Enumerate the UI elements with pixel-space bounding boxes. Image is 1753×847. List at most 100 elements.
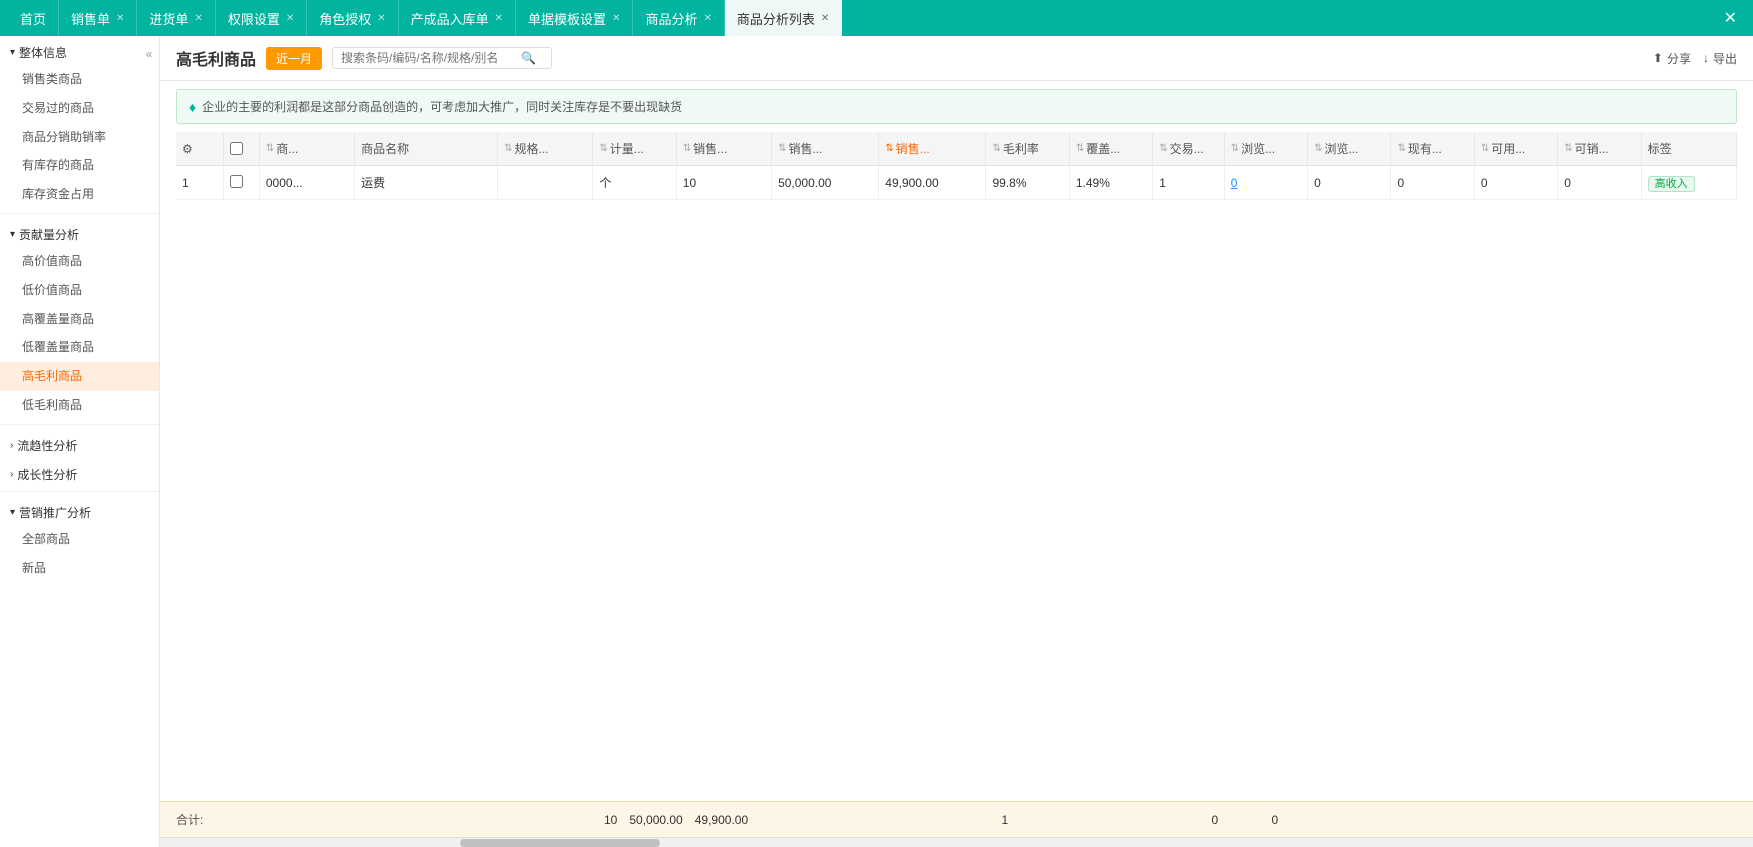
cell-name: 运费: [355, 166, 498, 200]
col-available: ⇅ 可用...: [1474, 132, 1557, 166]
horizontal-scrollbar[interactable]: [160, 837, 1753, 847]
col-checkbox: [224, 132, 260, 166]
table-row: 1 0000... 运费 个 10 50,000.00 49,900.00 99…: [176, 166, 1737, 200]
sort-icon: ⇅: [599, 143, 607, 154]
sort-icon: ⇅: [1159, 143, 1167, 154]
col-trade: ⇅ 交易...: [1153, 132, 1224, 166]
close-icon[interactable]: ✕: [116, 13, 124, 24]
sidebar-item-low-coverage[interactable]: 低覆盖量商品: [0, 333, 159, 362]
sidebar-group-contribution[interactable]: ▾ 贡献量分析: [0, 218, 159, 247]
cell-index: 1: [176, 166, 224, 200]
nav-tab-permissions[interactable]: 权限设置 ✕: [216, 0, 307, 36]
cell-current-stock: 0: [1391, 166, 1474, 200]
sidebar-item-high-value[interactable]: 高价值商品: [0, 247, 159, 276]
footer-available: 0: [1224, 813, 1284, 827]
cell-sales-qty: 10: [676, 166, 771, 200]
nav-tab-roles[interactable]: 角色授权 ✕: [307, 0, 398, 36]
close-icon[interactable]: ✕: [377, 13, 385, 24]
sort-icon: ⇅: [1231, 143, 1239, 154]
sort-icon: ⇅: [1481, 143, 1489, 154]
table-footer: 合计: 10 50,000.00 49,900.00 1 0 0: [160, 801, 1753, 837]
close-icon[interactable]: ✕: [495, 13, 503, 24]
sidebar-item-traded-goods[interactable]: 交易过的商品: [0, 94, 159, 123]
col-tag: 标签: [1641, 132, 1736, 166]
info-icon: ♦: [189, 99, 196, 115]
share-button[interactable]: ⬆ 分享: [1653, 50, 1691, 67]
close-icon[interactable]: ✕: [821, 13, 829, 24]
col-browse2: ⇅ 浏览...: [1308, 132, 1391, 166]
sidebar-group-growth[interactable]: › 成长性分析: [0, 458, 159, 487]
nav-tab-product-inbound[interactable]: 产成品入库单 ✕: [399, 0, 516, 36]
sidebar-item-new-goods[interactable]: 新品: [0, 554, 159, 583]
header-right: ⬆ 分享 ↓ 导出: [1653, 50, 1737, 67]
nav-tab-template[interactable]: 单据模板设置 ✕: [516, 0, 633, 36]
footer-sales-amount: 50,000.00: [623, 813, 688, 827]
export-icon: ↓: [1703, 51, 1709, 65]
search-input[interactable]: [341, 51, 521, 65]
close-all-tabs[interactable]: ✕: [1716, 8, 1745, 28]
sort-icon: ⇅: [1314, 143, 1322, 154]
col-spec: ⇅ 规格...: [498, 132, 593, 166]
info-banner: ♦ 企业的主要的利润都是这部分商品创造的，可考虑加大推广，同时关注库存是不要出现…: [176, 89, 1737, 124]
col-unit: ⇅ 计量...: [593, 132, 676, 166]
col-code: ⇅ 商...: [259, 132, 354, 166]
nav-tab-sales[interactable]: 销售单 ✕: [59, 0, 137, 36]
cell-browse2: 0: [1308, 166, 1391, 200]
sidebar-item-sales-goods[interactable]: 销售类商品: [0, 65, 159, 94]
tag-badge: 高收入: [1648, 176, 1695, 192]
close-icon[interactable]: ✕: [703, 13, 711, 24]
export-button[interactable]: ↓ 导出: [1703, 50, 1737, 67]
close-icon[interactable]: ✕: [612, 13, 620, 24]
cell-checkbox: [224, 166, 260, 200]
close-icon[interactable]: ✕: [286, 13, 294, 24]
sidebar: « ▾ 整体信息 销售类商品 交易过的商品 商品分销助销率 有库存的商品 库存资…: [0, 36, 160, 847]
sort-icon: ⇅: [683, 143, 691, 154]
sidebar-group-trend[interactable]: › 流趋性分析: [0, 429, 159, 458]
footer-trade: 1: [954, 813, 1014, 827]
sidebar-item-high-coverage[interactable]: 高覆盖量商品: [0, 305, 159, 334]
sidebar-group-marketing[interactable]: ▾ 营销推广分析: [0, 496, 159, 525]
cell-code: 0000...: [259, 166, 354, 200]
cell-coverage: 1.49%: [1069, 166, 1152, 200]
cell-browse1: 0: [1224, 166, 1307, 200]
col-browse1: ⇅ 浏览...: [1224, 132, 1307, 166]
nav-tab-purchase[interactable]: 进货单 ✕: [137, 0, 215, 36]
sort-icon: ⇅: [1564, 143, 1572, 154]
sidebar-item-stocked-goods[interactable]: 有库存的商品: [0, 151, 159, 180]
sidebar-divider: [0, 213, 159, 214]
scrollbar-thumb[interactable]: [460, 839, 660, 847]
cell-trade: 1: [1153, 166, 1224, 200]
sidebar-item-low-margin[interactable]: 低毛利商品: [0, 391, 159, 420]
data-table-wrapper: ⚙ ⇅ 商...: [160, 132, 1753, 801]
cell-sales-amount: 50,000.00: [772, 166, 879, 200]
settings-icon[interactable]: ⚙: [182, 142, 193, 156]
sidebar-collapse-btn[interactable]: «: [139, 44, 159, 64]
col-index: ⚙: [176, 132, 224, 166]
col-sales-amount: ⇅ 销售...: [772, 132, 879, 166]
cell-spec: [498, 166, 593, 200]
search-icon[interactable]: 🔍: [521, 51, 536, 65]
col-current-stock: ⇅ 现有...: [1391, 132, 1474, 166]
sidebar-item-all-goods[interactable]: 全部商品: [0, 525, 159, 554]
nav-tab-analysis-list[interactable]: 商品分析列表 ✕: [725, 0, 842, 36]
sort-icon: ⇅: [1397, 143, 1405, 154]
sidebar-item-low-value[interactable]: 低价值商品: [0, 276, 159, 305]
col-sellable: ⇅ 可销...: [1558, 132, 1641, 166]
sidebar-item-stock-capital[interactable]: 库存资金占用: [0, 180, 159, 209]
sidebar-item-distribution-rate[interactable]: 商品分销助销率: [0, 123, 159, 152]
col-sales-cost: ⇅ 销售...: [879, 132, 986, 166]
sidebar-item-high-margin[interactable]: 高毛利商品: [0, 362, 159, 391]
row-checkbox[interactable]: [230, 175, 243, 188]
sort-icon: ⇅: [504, 143, 512, 154]
sidebar-group-overall[interactable]: ▾ 整体信息: [0, 36, 159, 65]
footer-label: 合计:: [176, 811, 203, 828]
nav-tab-home[interactable]: 首页: [8, 0, 59, 36]
info-text: 企业的主要的利润都是这部分商品创造的，可考虑加大推广，同时关注库存是不要出现缺货: [202, 98, 682, 115]
filter-recent-month-button[interactable]: 近一月: [266, 47, 322, 70]
nav-tab-analysis[interactable]: 商品分析 ✕: [633, 0, 724, 36]
content-header: 高毛利商品 近一月 🔍 ⬆ 分享 ↓ 导出: [160, 36, 1753, 81]
select-all-checkbox[interactable]: [230, 142, 243, 155]
footer-sales-qty: 10: [563, 813, 623, 827]
browse1-link[interactable]: 0: [1231, 176, 1238, 190]
close-icon[interactable]: ✕: [194, 13, 202, 24]
